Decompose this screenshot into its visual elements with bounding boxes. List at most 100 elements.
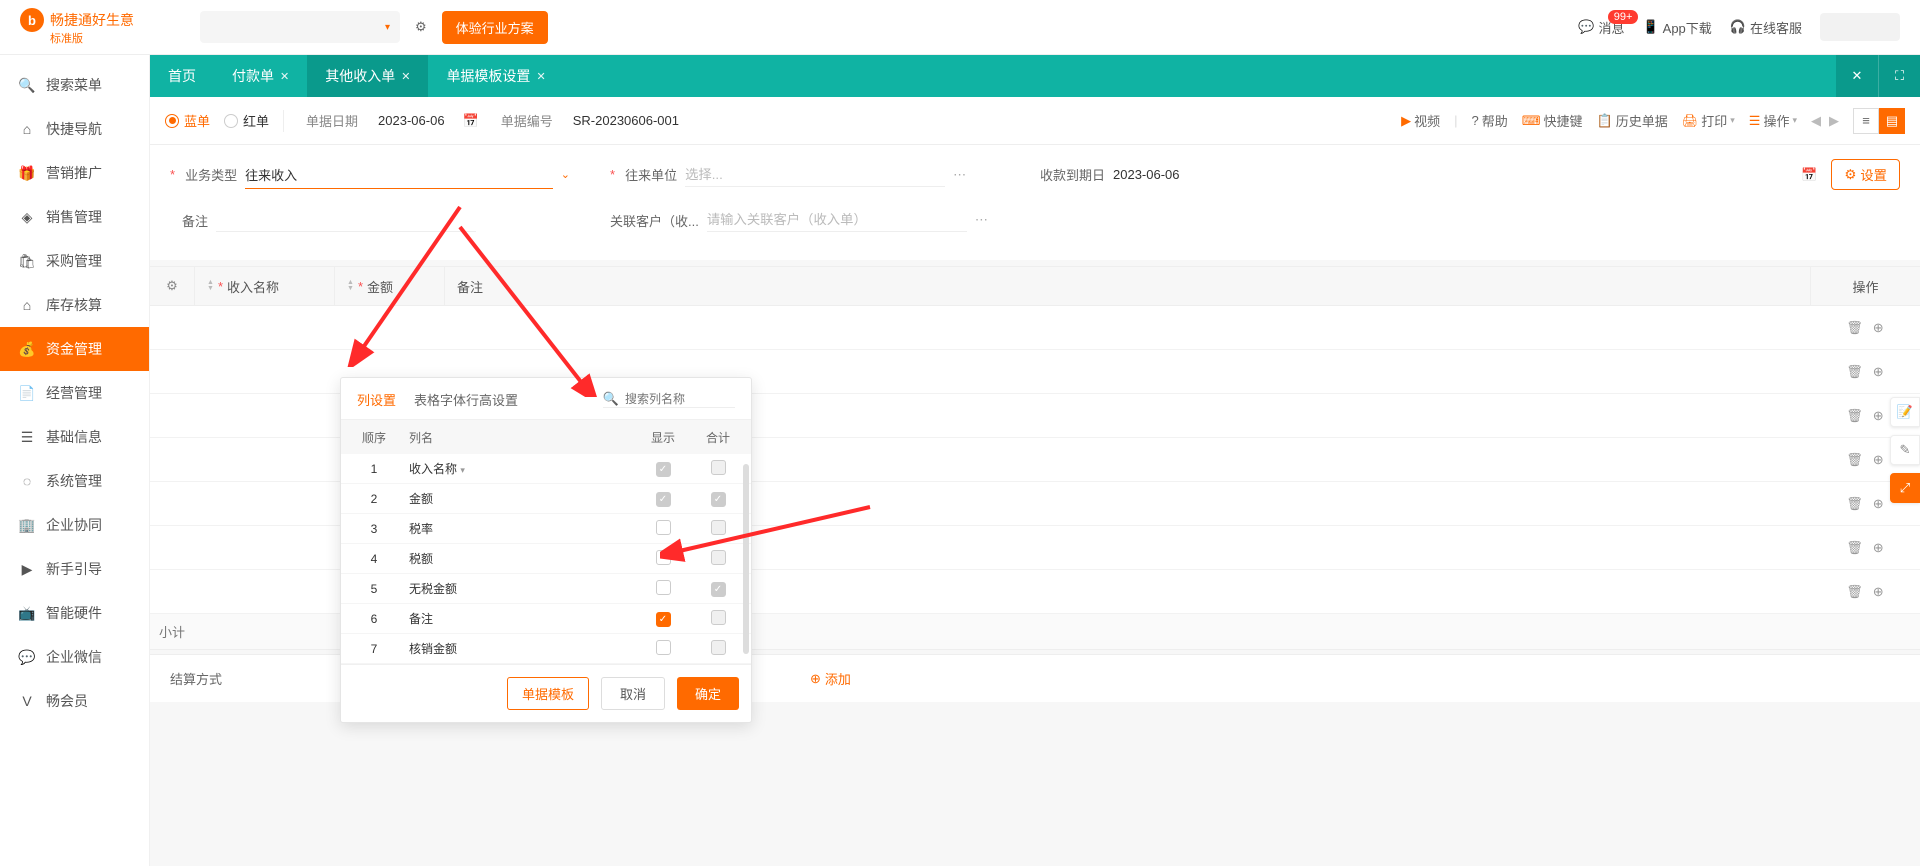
user-avatar[interactable] [1820, 13, 1900, 41]
delete-icon[interactable]: 🗑 [1846, 364, 1863, 380]
delete-icon[interactable]: 🗑 [1846, 584, 1863, 600]
sidebar-item[interactable]: 🏢企业协同 [0, 503, 149, 547]
close-tab-icon[interactable]: ✕ [1836, 55, 1878, 97]
delete-icon[interactable]: 🗑 [1846, 540, 1863, 556]
copy-icon[interactable]: ⊕ [1873, 408, 1884, 424]
gear-icon[interactable]: ⚙ [415, 19, 427, 35]
float-edit-icon[interactable]: ✎ [1890, 435, 1920, 465]
help-link[interactable]: ?帮助 [1472, 111, 1508, 130]
sidebar-item[interactable]: 🛍采购管理 [0, 239, 149, 283]
show-checkbox[interactable] [656, 580, 671, 595]
print-link[interactable]: 🖨打印 ▾ [1682, 111, 1735, 130]
copy-icon[interactable]: ⊕ [1873, 540, 1884, 556]
more-icon[interactable]: ⋯ [953, 167, 968, 183]
sidebar-item[interactable]: V畅会员 [0, 679, 149, 723]
show-checkbox[interactable] [656, 520, 671, 535]
col-remark[interactable]: 备注 [457, 277, 483, 296]
sum-checkbox[interactable]: ✓ [711, 582, 726, 597]
sidebar-item[interactable]: 📄经营管理 [0, 371, 149, 415]
due-date-value[interactable]: 2023-06-06 [1113, 163, 1370, 186]
add-row-button[interactable]: ⊕添加 [810, 669, 851, 688]
float-expand-icon[interactable]: ⤢ [1890, 473, 1920, 503]
copy-icon[interactable]: ⊕ [1873, 496, 1884, 512]
remark-input[interactable] [216, 208, 476, 232]
sidebar-item[interactable]: 🔍搜索菜单 [0, 63, 149, 107]
sidebar-item[interactable]: 📺智能硬件 [0, 591, 149, 635]
sidebar-item[interactable]: ⌂库存核算 [0, 283, 149, 327]
confirm-button[interactable]: 确定 [677, 677, 739, 710]
delete-icon[interactable]: 🗑 [1846, 320, 1863, 336]
show-checkbox[interactable] [656, 550, 671, 565]
ops-link[interactable]: ☰操作 ▾ [1749, 111, 1797, 130]
app-download-link[interactable]: 📱App下载 [1642, 18, 1711, 37]
sum-checkbox[interactable] [711, 550, 726, 565]
view-detail-icon[interactable]: ▤ [1879, 108, 1905, 134]
settings-button[interactable]: ⚙设置 [1831, 159, 1900, 190]
tab[interactable]: 首页 [150, 55, 214, 97]
delete-icon[interactable]: 🗑 [1846, 452, 1863, 468]
more-icon[interactable]: ⋯ [975, 212, 990, 228]
sum-checkbox[interactable] [711, 460, 726, 475]
popover-row: 7 核销金额 [341, 634, 751, 664]
sum-checkbox[interactable]: ✓ [711, 492, 726, 507]
messages-link[interactable]: 💬 消息 99+ [1578, 18, 1624, 37]
close-icon[interactable]: ✕ [401, 70, 410, 83]
sidebar-item[interactable]: ◈销售管理 [0, 195, 149, 239]
doc-date-value[interactable]: 2023-06-06 [378, 113, 445, 128]
popover-scrollbar[interactable] [743, 464, 749, 654]
customer-service-link[interactable]: 🎧在线客服 [1730, 18, 1802, 37]
show-checkbox[interactable]: ✓ [656, 612, 671, 627]
tab[interactable]: 单据模板设置✕ [428, 55, 563, 97]
delete-icon[interactable]: 🗑 [1846, 408, 1863, 424]
copy-icon[interactable]: ⊕ [1873, 320, 1884, 336]
view-list-icon[interactable]: ≡ [1853, 108, 1879, 134]
red-bill-radio[interactable]: 红单 [224, 111, 269, 130]
col-income-name[interactable]: 收入名称 [227, 277, 279, 296]
chevron-down-icon[interactable]: ⌄ [561, 168, 570, 181]
sidebar-item[interactable]: 💰资金管理 [0, 327, 149, 371]
sidebar-item[interactable]: ▶新手引导 [0, 547, 149, 591]
col-amount[interactable]: 金额 [367, 277, 393, 296]
copy-icon[interactable]: ⊕ [1873, 364, 1884, 380]
popover-search-input[interactable] [625, 392, 735, 406]
sidebar-item[interactable]: 🎁营销推广 [0, 151, 149, 195]
prev-icon[interactable]: ◀ [1811, 113, 1821, 129]
popover-tab-font[interactable]: 表格字体行高设置 [414, 390, 518, 409]
partner-input[interactable] [685, 163, 945, 187]
hotkey-link[interactable]: ⌨快捷键 [1522, 111, 1583, 130]
biz-type-value[interactable]: 往来收入 [245, 161, 553, 189]
sidebar-item[interactable]: ◌系统管理 [0, 459, 149, 503]
close-icon[interactable]: ✕ [536, 70, 545, 83]
sidebar-item[interactable]: ⌂快捷导航 [0, 107, 149, 151]
blue-bill-radio[interactable]: 蓝单 [165, 111, 210, 130]
calendar-icon[interactable]: 📅 [1801, 167, 1817, 183]
related-customer-input[interactable] [707, 208, 967, 232]
show-checkbox[interactable]: ✓ [656, 492, 671, 507]
column-settings-gear-icon[interactable]: ⚙ [150, 278, 194, 294]
try-industry-button[interactable]: 体验行业方案 [442, 11, 548, 44]
org-selector[interactable]: ▾ [200, 11, 400, 43]
show-checkbox[interactable]: ✓ [656, 462, 671, 477]
show-checkbox[interactable] [656, 640, 671, 655]
float-note-icon[interactable]: 📝 [1890, 397, 1920, 427]
cancel-button[interactable]: 取消 [601, 677, 665, 710]
delete-icon[interactable]: 🗑 [1846, 496, 1863, 512]
next-icon[interactable]: ▶ [1829, 113, 1839, 129]
sum-checkbox[interactable] [711, 520, 726, 535]
copy-icon[interactable]: ⊕ [1873, 584, 1884, 600]
calendar-icon[interactable]: 📅 [463, 113, 479, 129]
fullscreen-icon[interactable]: ⛶ [1878, 55, 1920, 97]
sum-checkbox[interactable] [711, 640, 726, 655]
sum-checkbox[interactable] [711, 610, 726, 625]
sidebar-item[interactable]: 💬企业微信 [0, 635, 149, 679]
history-link[interactable]: 📋历史单据 [1597, 111, 1668, 130]
close-icon[interactable]: ✕ [280, 70, 289, 83]
copy-icon[interactable]: ⊕ [1873, 452, 1884, 468]
template-button[interactable]: 单据模板 [507, 677, 589, 710]
popover-tab-columns[interactable]: 列设置 [357, 390, 396, 409]
video-link[interactable]: ▶视频 [1401, 111, 1440, 130]
tab[interactable]: 付款单✕ [214, 55, 307, 97]
tab[interactable]: 其他收入单✕ [307, 55, 428, 97]
sidebar-item[interactable]: ☰基础信息 [0, 415, 149, 459]
table-row[interactable]: 🗑⊕ [150, 306, 1920, 350]
